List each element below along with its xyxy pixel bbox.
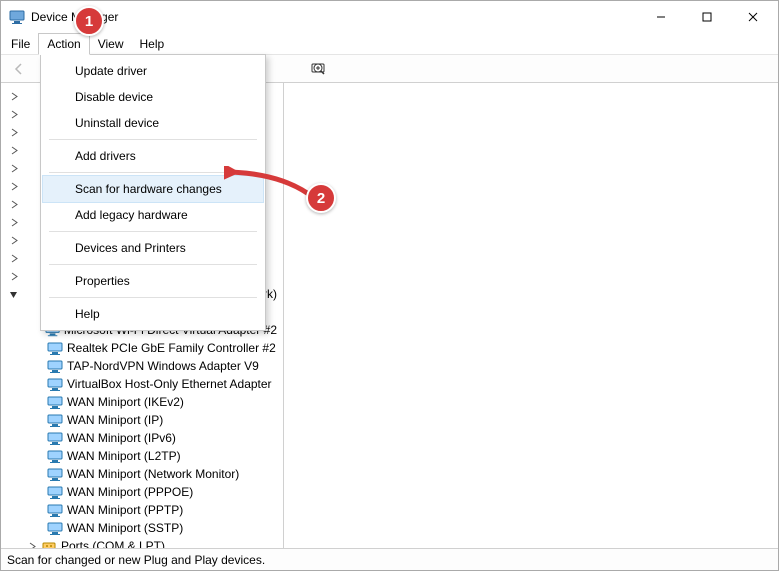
menu-disable-device[interactable]: Disable device <box>43 84 263 110</box>
device-label: WAN Miniport (PPPOE) <box>67 485 199 499</box>
network-adapter-icon <box>47 412 63 428</box>
annotation-badge-2: 2 <box>306 183 336 213</box>
device-label: VirtualBox Host-Only Ethernet Adapter <box>67 377 278 391</box>
back-button[interactable] <box>7 58 31 80</box>
device-label: WAN Miniport (IPv6) <box>67 431 182 445</box>
network-adapter-icon <box>47 520 63 536</box>
category-ports[interactable]: Ports (COM & LPT) <box>61 539 171 548</box>
status-text: Scan for changed or new Plug and Play de… <box>7 553 265 567</box>
minimize-button[interactable] <box>638 2 684 32</box>
network-adapter-icon <box>47 358 63 374</box>
device-label: WAN Miniport (Network Monitor) <box>67 467 245 481</box>
expand-icon[interactable] <box>7 143 21 157</box>
device-label: TAP-NordVPN Windows Adapter V9 <box>67 359 265 373</box>
menu-action[interactable]: Action <box>38 33 89 55</box>
expand-icon[interactable] <box>7 125 21 139</box>
maximize-button[interactable] <box>684 2 730 32</box>
menu-file[interactable]: File <box>3 33 38 54</box>
ports-icon <box>41 538 57 548</box>
content-pane <box>284 83 778 548</box>
expand-icon[interactable] <box>7 161 21 175</box>
expand-icon[interactable] <box>7 251 21 265</box>
expand-icon[interactable] <box>7 89 21 103</box>
menu-uninstall-device[interactable]: Uninstall device <box>43 110 263 136</box>
menu-view[interactable]: View <box>90 33 132 54</box>
expand-icon[interactable] <box>7 197 21 211</box>
device-label: WAN Miniport (PPTP) <box>67 503 189 517</box>
menu-help[interactable]: Help <box>132 33 173 54</box>
network-adapter-icon <box>47 340 63 356</box>
device-row[interactable]: WAN Miniport (PPTP) <box>1 501 283 519</box>
device-row[interactable]: WAN Miniport (IP) <box>1 411 283 429</box>
app-icon <box>9 9 25 25</box>
expand-icon[interactable] <box>7 269 21 283</box>
status-bar: Scan for changed or new Plug and Play de… <box>1 548 778 570</box>
titlebar: Device Manager <box>1 1 778 33</box>
menu-devices-printers[interactable]: Devices and Printers <box>43 235 263 261</box>
menu-properties[interactable]: Properties <box>43 268 263 294</box>
expand-icon[interactable] <box>7 233 21 247</box>
menu-help-item[interactable]: Help <box>43 301 263 327</box>
network-adapter-icon <box>47 484 63 500</box>
device-label: WAN Miniport (SSTP) <box>67 521 189 535</box>
device-row[interactable]: WAN Miniport (SSTP) <box>1 519 283 537</box>
device-row[interactable]: WAN Miniport (IKEv2) <box>1 393 283 411</box>
expand-icon[interactable] <box>7 215 21 229</box>
network-adapter-icon <box>47 394 63 410</box>
menu-bar: File Action View Help <box>1 33 778 55</box>
device-row[interactable]: WAN Miniport (IPv6) <box>1 429 283 447</box>
network-adapter-icon <box>47 502 63 518</box>
expand-icon[interactable] <box>25 539 39 548</box>
device-label: WAN Miniport (L2TP) <box>67 449 187 463</box>
device-label: WAN Miniport (IKEv2) <box>67 395 190 409</box>
device-row[interactable]: VirtualBox Host-Only Ethernet Adapter <box>1 375 283 393</box>
annotation-badge-1: 1 <box>74 6 104 36</box>
close-button[interactable] <box>730 2 776 32</box>
annotation-arrow <box>224 166 318 206</box>
network-adapter-icon <box>47 376 63 392</box>
collapse-icon[interactable] <box>7 287 20 301</box>
device-row[interactable]: Realtek PCIe GbE Family Controller #2 <box>1 339 283 357</box>
scan-hardware-button[interactable] <box>306 58 330 80</box>
device-row[interactable]: WAN Miniport (PPPOE) <box>1 483 283 501</box>
menu-update-driver[interactable]: Update driver <box>43 58 263 84</box>
device-row[interactable]: WAN Miniport (L2TP) <box>1 447 283 465</box>
device-row[interactable]: WAN Miniport (Network Monitor) <box>1 465 283 483</box>
network-adapter-icon <box>47 466 63 482</box>
expand-icon[interactable] <box>7 179 21 193</box>
expand-icon[interactable] <box>7 107 21 121</box>
device-label: Realtek PCIe GbE Family Controller #2 <box>67 341 282 355</box>
network-adapter-icon <box>47 430 63 446</box>
device-row[interactable]: TAP-NordVPN Windows Adapter V9 <box>1 357 283 375</box>
device-label: WAN Miniport (IP) <box>67 413 169 427</box>
network-adapter-icon <box>47 448 63 464</box>
